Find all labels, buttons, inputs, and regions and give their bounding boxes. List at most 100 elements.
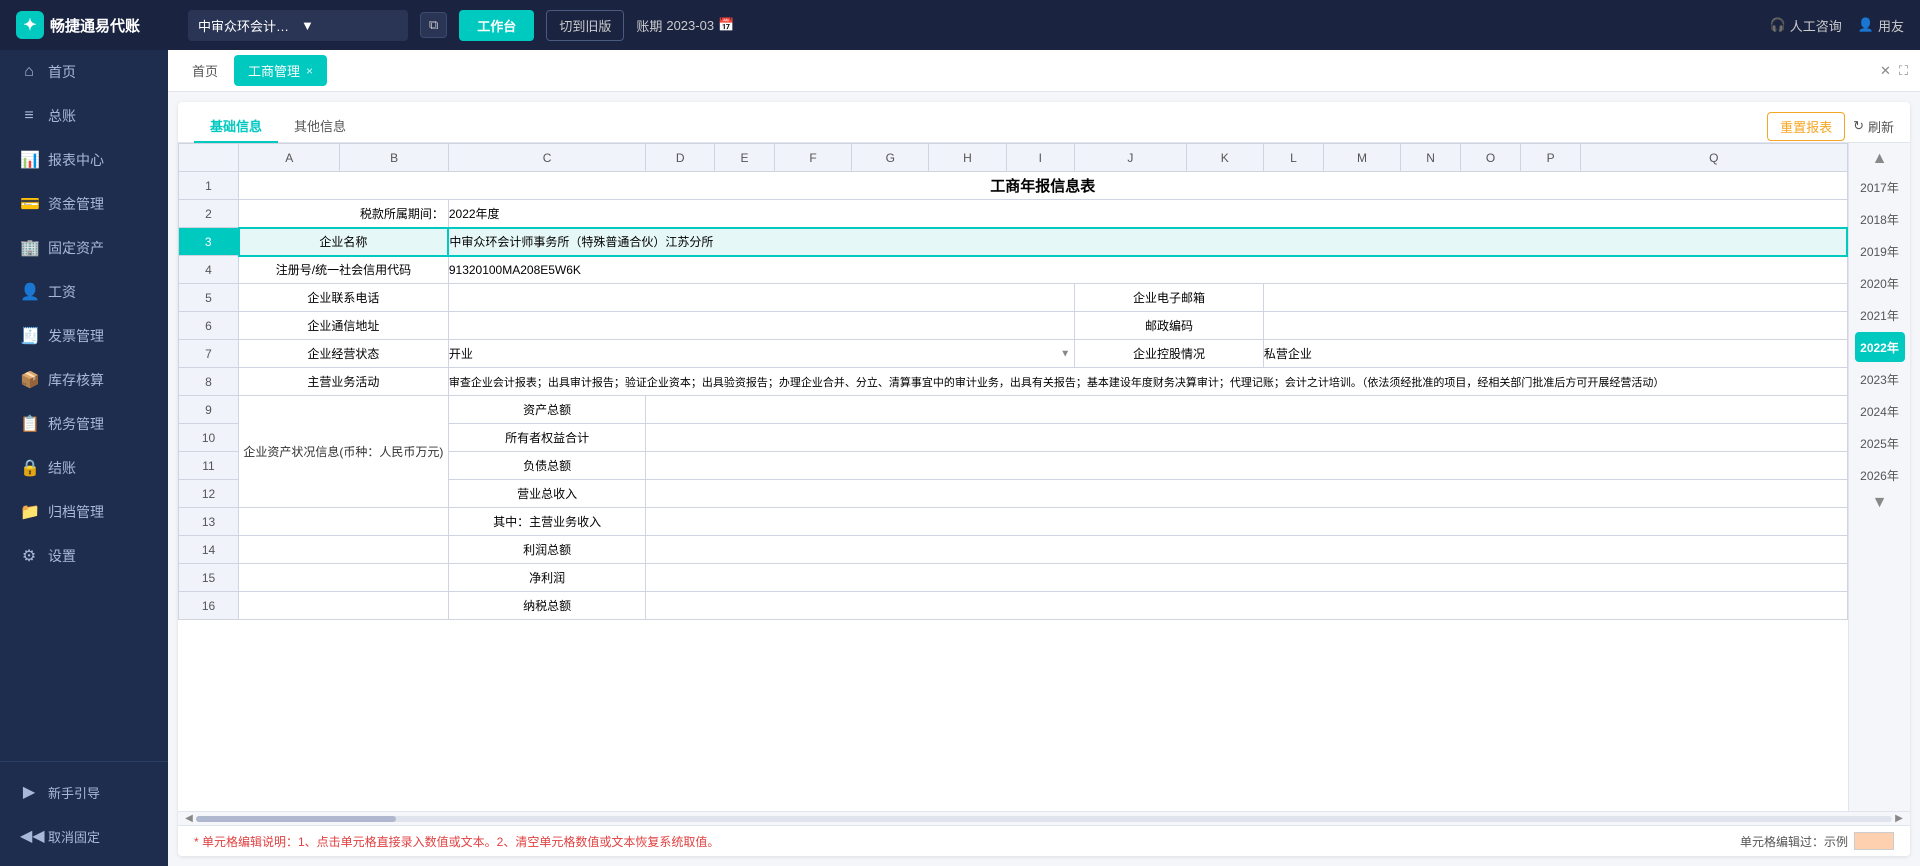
postcode-value-cell[interactable] (1263, 312, 1847, 340)
col-header-p[interactable]: P (1521, 144, 1581, 172)
invoice-icon: 🧾 (20, 326, 38, 346)
sidebar-item-newbie[interactable]: ▶ 新手引导 (0, 770, 168, 814)
col-header-e[interactable]: E (714, 144, 774, 172)
reset-button[interactable]: 重置报表 (1767, 112, 1845, 141)
topbar: ✦ 畅捷通易代账 中审众环会计师事务所（特殊普通合伙… ▼ ⧉ 工作台 切到旧版… (0, 0, 1920, 50)
tab-bar: 首页 工商管理 × ✕ ⛶ (168, 50, 1920, 92)
year-panel-down[interactable]: ▼ (1858, 491, 1902, 515)
status-value-cell[interactable]: 开业 ▼ (448, 340, 1074, 368)
col-header-b[interactable]: B (340, 144, 448, 172)
sample-color-box (1854, 832, 1894, 850)
equity-value[interactable] (646, 424, 1847, 452)
year-item-2021[interactable]: 2021年 (1855, 300, 1905, 330)
col-header-d[interactable]: D (646, 144, 715, 172)
sidebar-item-assets[interactable]: 🏢 固定资产 (0, 226, 168, 270)
col-header-n[interactable]: N (1401, 144, 1461, 172)
calendar-icon[interactable]: 📅 (718, 17, 734, 33)
sub-tab-other[interactable]: 其他信息 (278, 110, 362, 143)
tax-total-label: 纳税总额 (448, 592, 646, 620)
col-header-g[interactable]: G (852, 144, 929, 172)
table-row-selected: 3 企业名称 中审众环会计师事务所（特殊普通合伙）江苏分所 (179, 228, 1848, 256)
copy-button[interactable]: ⧉ (420, 12, 447, 38)
sidebar-item-archive[interactable]: 📁 归档管理 (0, 490, 168, 534)
profit-value[interactable] (646, 536, 1847, 564)
tax-total-value[interactable] (646, 592, 1847, 620)
year-item-2024[interactable]: 2024年 (1855, 396, 1905, 426)
company-value-cell[interactable]: 中审众环会计师事务所（特殊普通合伙）江苏分所 (448, 228, 1847, 256)
company-selector[interactable]: 中审众环会计师事务所（特殊普通合伙… ▼ (188, 10, 408, 41)
col-header-l[interactable]: L (1263, 144, 1323, 172)
row-num-8: 8 (179, 368, 239, 396)
workbench-button[interactable]: 工作台 (459, 10, 534, 41)
year-item-2023[interactable]: 2023年 (1855, 364, 1905, 394)
col-header-f[interactable]: F (774, 144, 851, 172)
col-header-m[interactable]: M (1323, 144, 1400, 172)
year-item-2026[interactable]: 2026年 (1855, 460, 1905, 490)
scroll-left-icon[interactable]: ◀ (182, 812, 196, 826)
year-item-2020[interactable]: 2020年 (1855, 268, 1905, 298)
period-value-cell[interactable]: 2022年度 (448, 200, 1847, 228)
old-version-button[interactable]: 切到旧版 (546, 10, 624, 41)
year-item-2025[interactable]: 2025年 (1855, 428, 1905, 458)
year-item-2017[interactable]: 2017年 (1855, 172, 1905, 202)
liabilities-value[interactable] (646, 452, 1847, 480)
sidebar-item-reports[interactable]: 📊 报表中心 (0, 138, 168, 182)
net-profit-label: 净利润 (448, 564, 646, 592)
title-cell[interactable]: 工商年报信息表 (239, 172, 1848, 200)
col-header-c[interactable]: C (448, 144, 646, 172)
sidebar-item-closing[interactable]: 🔒 结账 (0, 446, 168, 490)
sheet-main[interactable]: A B C D E F G H I J K L (178, 143, 1848, 811)
col-header-j[interactable]: J (1075, 144, 1187, 172)
phone-value-cell[interactable] (448, 284, 1074, 312)
window-close-icon[interactable]: ✕ (1880, 63, 1891, 79)
sidebar-label-tax: 税务管理 (48, 414, 104, 434)
logo-icon: ✦ (16, 11, 44, 39)
sidebar-item-inventory[interactable]: 📦 库存核算 (0, 358, 168, 402)
col-header-k[interactable]: K (1186, 144, 1263, 172)
regcode-value-cell[interactable]: 91320100MA208E5W6K (448, 256, 1847, 284)
col-header-i[interactable]: I (1006, 144, 1075, 172)
service-button[interactable]: 🎧 人工咨询 (1770, 16, 1842, 35)
sidebar-item-payroll[interactable]: 👤 工资 (0, 270, 168, 314)
sidebar-item-invoice[interactable]: 🧾 发票管理 (0, 314, 168, 358)
year-item-2022[interactable]: 2022年 (1855, 332, 1905, 362)
tab-home[interactable]: 首页 (180, 53, 230, 88)
control-value-cell[interactable]: 私营企业 (1263, 340, 1847, 368)
addr-value-cell[interactable] (448, 312, 1074, 340)
row-num-2: 2 (179, 200, 239, 228)
sidebar-item-settings[interactable]: ⚙ 设置 (0, 534, 168, 578)
col-header-o[interactable]: O (1461, 144, 1521, 172)
window-expand-icon[interactable]: ⛶ (1899, 63, 1908, 79)
col-header-h[interactable]: H (929, 144, 1006, 172)
year-panel-up[interactable]: ▲ (1858, 147, 1902, 171)
sidebar-item-finance[interactable]: 💳 资金管理 (0, 182, 168, 226)
user-button[interactable]: 👤 用友 (1858, 16, 1904, 35)
year-item-2019[interactable]: 2019年 (1855, 236, 1905, 266)
refresh-button[interactable]: ↻ 刷新 (1853, 117, 1894, 136)
scroll-track[interactable] (196, 816, 1892, 822)
scroll-right-icon[interactable]: ▶ (1892, 812, 1906, 826)
spreadsheet-container: 基础信息 其他信息 重置报表 ↻ 刷新 (178, 102, 1910, 856)
table-row: 15 净利润 (179, 564, 1848, 592)
revenue-value[interactable] (646, 480, 1847, 508)
col-header-a[interactable]: A (239, 144, 340, 172)
main-revenue-value[interactable] (646, 508, 1847, 536)
scroll-thumb[interactable] (196, 816, 396, 822)
scroll-bar[interactable]: ◀ ▶ (178, 811, 1910, 825)
sidebar-item-unpin[interactable]: ◀◀ 取消固定 (0, 814, 168, 858)
tab-home-label: 首页 (192, 64, 218, 79)
row-num-7: 7 (179, 340, 239, 368)
biz-value-cell[interactable]: 审查企业会计报表；出具审计报告；验证企业资本；出具验资报告；办理企业合并、分立、… (448, 368, 1847, 396)
email-value-cell[interactable] (1263, 284, 1847, 312)
col-header-q[interactable]: Q (1581, 144, 1847, 172)
sub-tab-basic[interactable]: 基础信息 (194, 110, 278, 143)
sidebar-item-home[interactable]: ⌂ 首页 (0, 50, 168, 94)
sidebar-item-tax[interactable]: 📋 税务管理 (0, 402, 168, 446)
total-assets-value[interactable] (646, 396, 1847, 424)
sidebar-item-ledger[interactable]: ≡ 总账 (0, 94, 168, 138)
tab-gongshang[interactable]: 工商管理 × (234, 55, 327, 86)
table-row: 16 纳税总额 (179, 592, 1848, 620)
net-profit-value[interactable] (646, 564, 1847, 592)
year-item-2018[interactable]: 2018年 (1855, 204, 1905, 234)
tab-close-icon[interactable]: × (306, 64, 313, 78)
